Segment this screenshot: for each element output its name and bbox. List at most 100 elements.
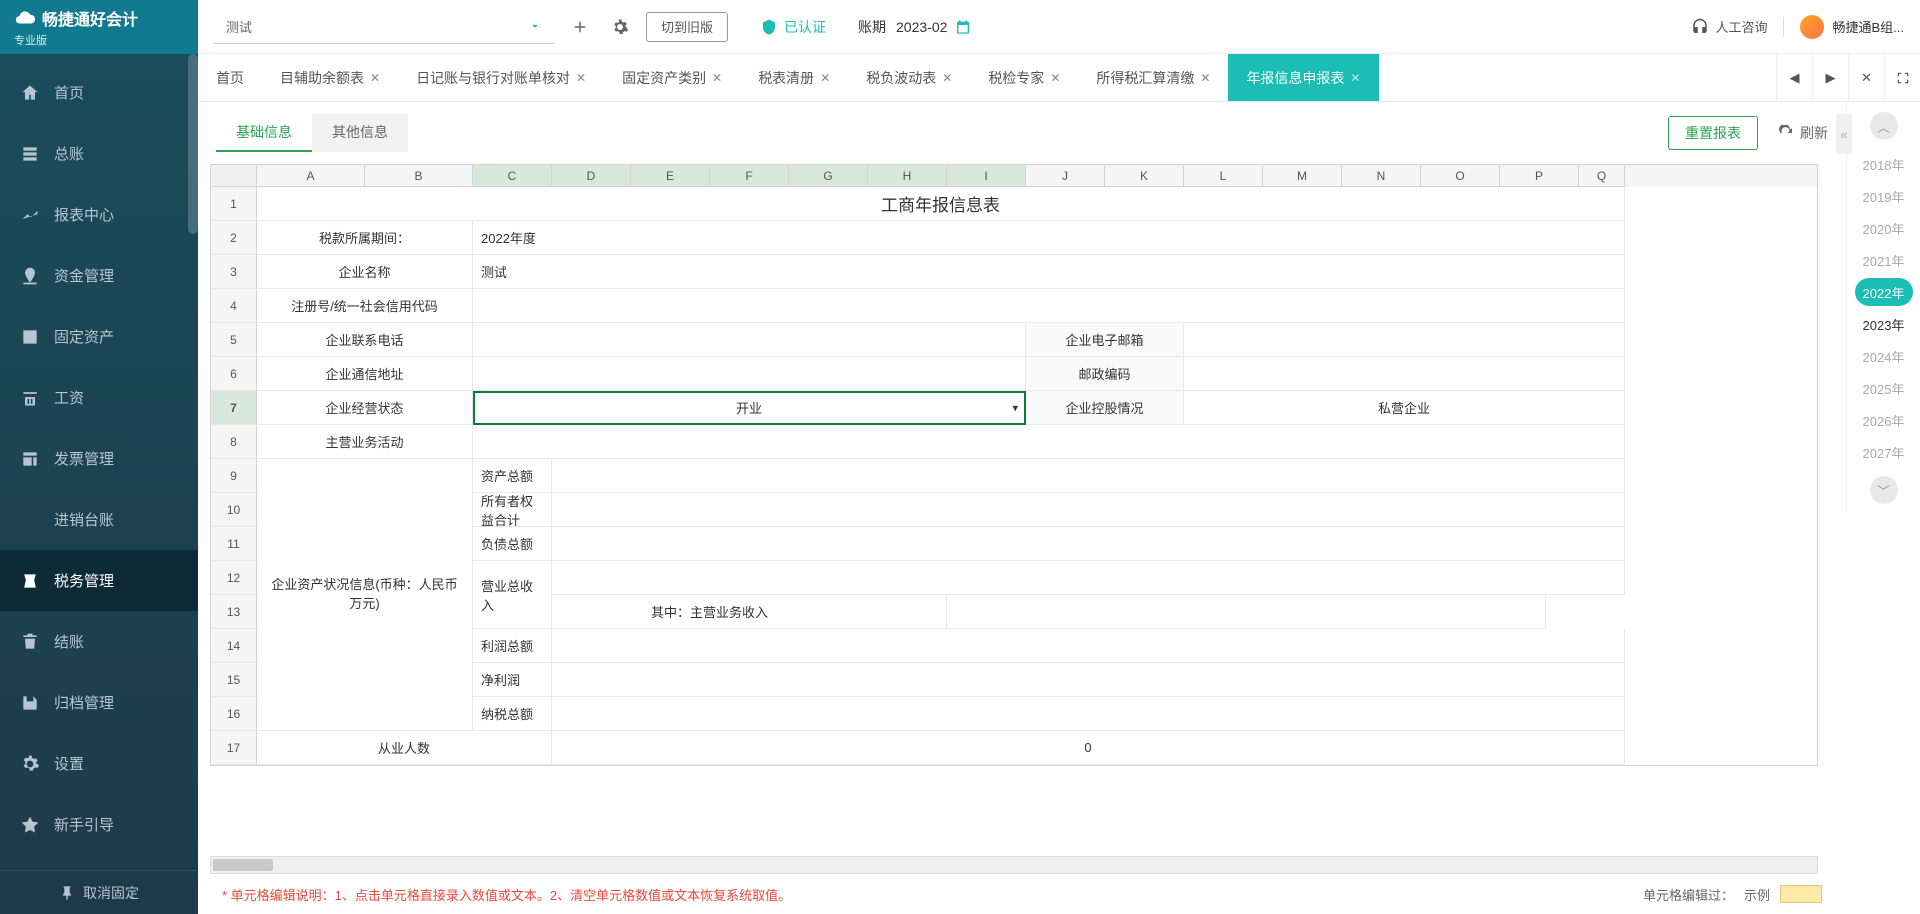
tab-next[interactable]: ▶ [1812,54,1848,102]
old-version-button[interactable]: 切到旧版 [646,12,728,42]
settings-button[interactable] [606,13,634,41]
tab-close-icon[interactable]: ✕ [1200,71,1210,85]
liab-label[interactable]: 负债总额 [473,527,552,561]
period-label[interactable]: 税款所属期间： [257,221,473,255]
year-2025年[interactable]: 2025年 [1855,374,1913,402]
tab-4[interactable]: 税负波动表✕ [848,54,970,101]
sidebar-item-1[interactable]: 总账 [0,123,198,184]
year-2018年[interactable]: 2018年 [1855,150,1913,178]
row-header-5[interactable]: 5 [211,323,257,357]
row-header-1[interactable]: 1 [211,187,257,221]
row-header-13[interactable]: 13 [211,595,257,629]
col-header-J[interactable]: J [1026,165,1105,187]
tab-close-icon[interactable]: ✕ [1350,71,1360,85]
main-biz-value[interactable] [473,425,1625,459]
year-2023年[interactable]: 2023年 [1855,310,1913,338]
user-menu[interactable]: 畅捷通B组... [1800,15,1904,39]
col-header-G[interactable]: G [789,165,868,187]
tax-label[interactable]: 纳税总额 [473,697,552,731]
sidebar-item-6[interactable]: 发票管理 [0,428,198,489]
col-header-L[interactable]: L [1184,165,1263,187]
equity-label[interactable]: 所有者权益合计 [473,493,552,527]
reset-button[interactable]: 重置报表 [1668,116,1758,150]
reg-no-label[interactable]: 注册号/统一社会信用代码 [257,289,473,323]
equity-value[interactable] [552,493,1625,527]
year-2026年[interactable]: 2026年 [1855,406,1913,434]
sidebar-item-10[interactable]: 归档管理 [0,672,198,733]
reg-no-value[interactable] [473,289,1625,323]
fullscreen-button[interactable] [1884,54,1920,102]
profit-label[interactable]: 利润总额 [473,629,552,663]
col-header-N[interactable]: N [1342,165,1421,187]
company-name-value[interactable]: 测试 [473,255,1625,289]
tab-3[interactable]: 税表清册✕ [740,54,848,101]
tab-close-all[interactable]: ✕ [1848,54,1884,102]
email-label[interactable]: 企业电子邮箱 [1026,323,1184,357]
assets-label[interactable]: 资产总额 [473,459,552,493]
col-header-H[interactable]: H [868,165,947,187]
sidebar-item-9[interactable]: 结账 [0,611,198,672]
tab-7[interactable]: 年报信息申报表✕ [1228,54,1378,101]
year-2019年[interactable]: 2019年 [1855,182,1913,210]
row-header-10[interactable]: 10 [211,493,257,527]
status-value[interactable]: 开业 [473,391,1026,425]
tab-close-icon[interactable]: ✕ [712,71,722,85]
col-header-F[interactable]: F [710,165,789,187]
row-header-11[interactable]: 11 [211,527,257,561]
holding-value[interactable]: 私营企业 [1184,391,1625,425]
row-header-8[interactable]: 8 [211,425,257,459]
sidebar-item-0[interactable]: 首页 [0,62,198,123]
year-2020年[interactable]: 2020年 [1855,214,1913,242]
row-header-9[interactable]: 9 [211,459,257,493]
row-header-2[interactable]: 2 [211,221,257,255]
horizontal-scrollbar[interactable] [210,856,1818,874]
col-header-M[interactable]: M [1263,165,1342,187]
year-2022年[interactable]: 2022年 [1855,278,1913,306]
year-2021年[interactable]: 2021年 [1855,246,1913,274]
select-all-corner[interactable] [211,165,257,187]
row-header-17[interactable]: 17 [211,731,257,765]
sidebar-item-8[interactable]: 税务管理 [0,550,198,611]
tab-5[interactable]: 税检专家✕ [970,54,1078,101]
sidebar-item-12[interactable]: 新手引导 [0,794,198,855]
net-profit-label[interactable]: 净利润 [473,663,552,697]
tab-0[interactable]: 目辅助余额表✕ [262,54,398,101]
main-rev-value[interactable] [947,595,1546,629]
col-header-E[interactable]: E [631,165,710,187]
tab-2[interactable]: 固定资产类别✕ [604,54,740,101]
year-up[interactable]: ︿ [1870,112,1898,140]
company-name-label[interactable]: 企业名称 [257,255,473,289]
sidebar-item-2[interactable]: 报表中心 [0,184,198,245]
tab-close-icon[interactable]: ✕ [370,71,380,85]
row-header-6[interactable]: 6 [211,357,257,391]
row-header-15[interactable]: 15 [211,663,257,697]
consult-button[interactable]: 人工咨询 [1691,17,1767,36]
year-2024年[interactable]: 2024年 [1855,342,1913,370]
status-label[interactable]: 企业经营状态 [257,391,473,425]
sidebar-item-4[interactable]: 固定资产 [0,306,198,367]
rail-collapse[interactable]: « [1836,114,1852,154]
col-header-B[interactable]: B [365,165,473,187]
liab-value[interactable] [552,527,1625,561]
email-value[interactable] [1184,323,1625,357]
col-header-P[interactable]: P [1500,165,1579,187]
col-header-D[interactable]: D [552,165,631,187]
row-header-16[interactable]: 16 [211,697,257,731]
col-header-Q[interactable]: Q [1579,165,1625,187]
address-label[interactable]: 企业通信地址 [257,357,473,391]
col-header-I[interactable]: I [947,165,1026,187]
year-2027年[interactable]: 2027年 [1855,438,1913,466]
subtab-basic[interactable]: 基础信息 [216,114,312,152]
period-value[interactable]: 2022年度 [473,221,1625,255]
row-header-7[interactable]: 7 [211,391,257,425]
col-header-A[interactable]: A [257,165,365,187]
employees-value[interactable]: 0 [552,731,1625,765]
net-profit-value[interactable] [552,663,1625,697]
col-header-C[interactable]: C [473,165,552,187]
zip-value[interactable] [1184,357,1625,391]
main-biz-label[interactable]: 主营业务活动 [257,425,473,459]
col-header-O[interactable]: O [1421,165,1500,187]
sidebar-item-5[interactable]: 工资 [0,367,198,428]
holding-label[interactable]: 企业控股情况 [1026,391,1184,425]
assets-value[interactable] [552,459,1625,493]
